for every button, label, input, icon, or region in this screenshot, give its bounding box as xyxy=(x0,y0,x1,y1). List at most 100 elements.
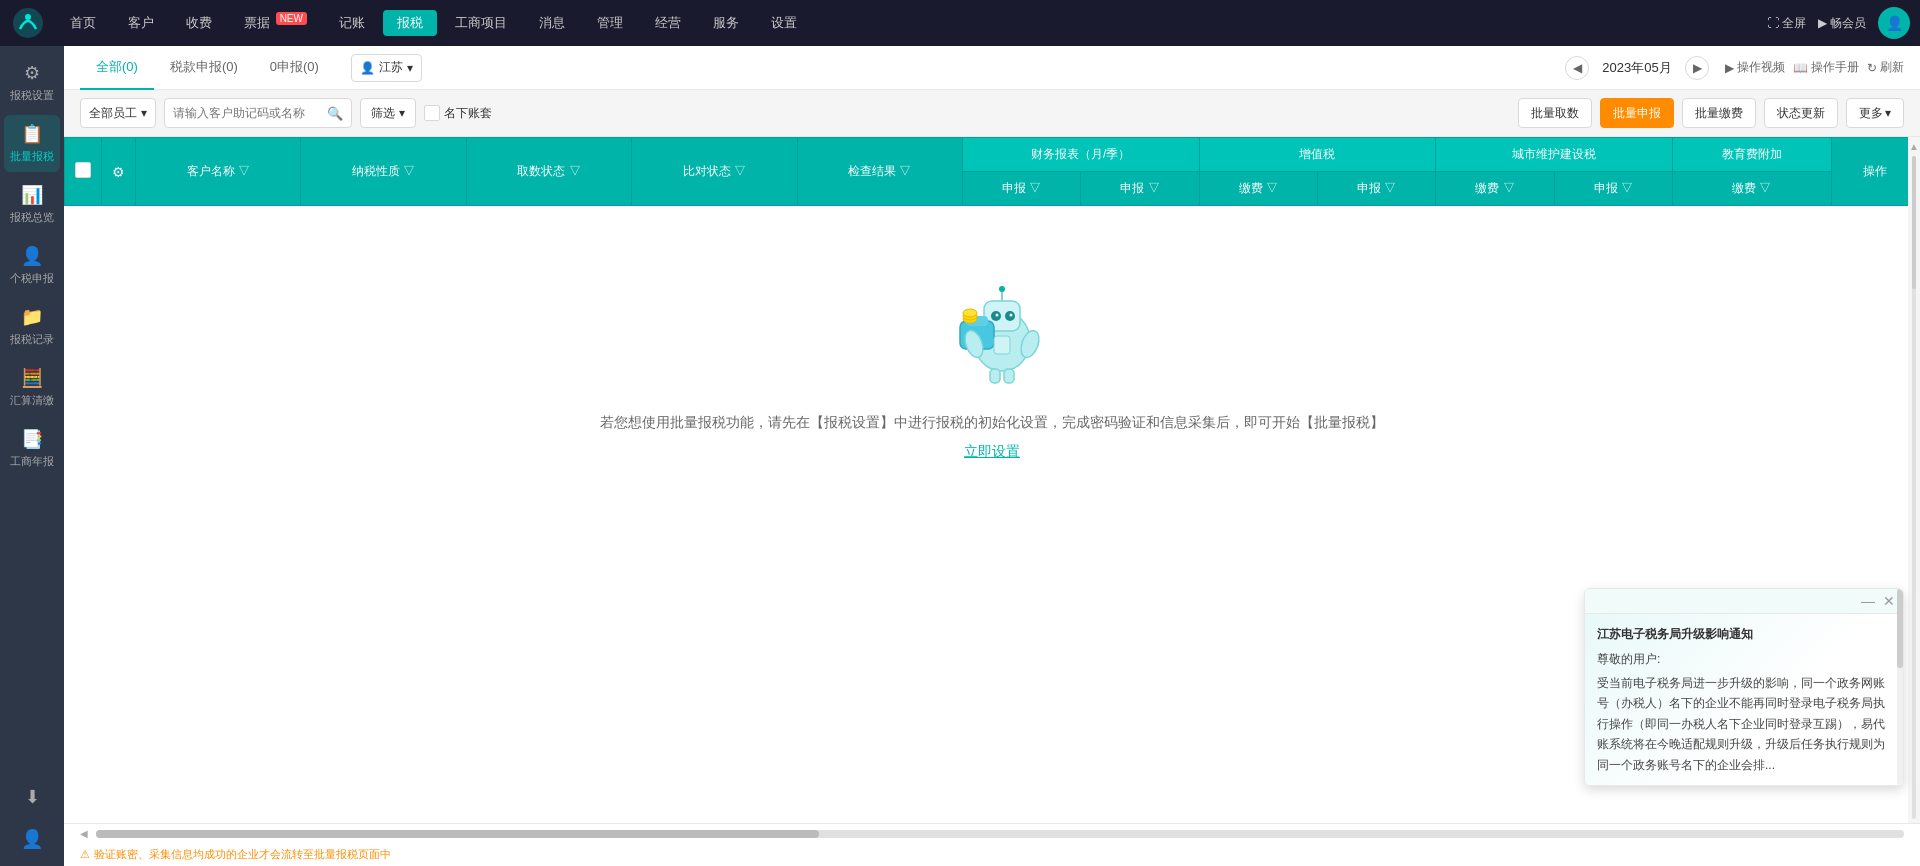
col-compare-status: 比对状态 ▽ xyxy=(632,138,797,206)
fetch-status-filter-icon[interactable]: ▽ xyxy=(569,164,581,178)
refresh-btn[interactable]: ↻ 刷新 xyxy=(1867,59,1904,76)
data-table: ⚙ 客户名称 ▽ 纳税性质 ▽ 取数状态 ▽ 比对状态 ▽ xyxy=(64,137,1920,521)
empty-state: 若您想使用批量报税功能，请先在【报税设置】中进行报税的初始化设置，完成密码验证和… xyxy=(65,206,1920,521)
svg-point-6 xyxy=(996,314,999,317)
col-edu-pay: 缴费 ▽ xyxy=(1672,172,1831,206)
toolbar-right-buttons: 批量取数 批量申报 批量缴费 状态更新 更多 ▾ xyxy=(1518,98,1904,128)
tax-overview-icon: 📊 xyxy=(21,184,43,206)
nav-invoice[interactable]: 票据 NEW xyxy=(230,9,321,36)
account-checkbox-label[interactable]: 名下账套 xyxy=(424,105,492,122)
more-btn[interactable]: 更多 ▾ xyxy=(1846,98,1904,128)
person-icon: 👤 xyxy=(360,61,375,75)
notification-close-btn[interactable]: ✕ xyxy=(1883,593,1895,609)
operation-video-btn[interactable]: ▶ 操作视频 xyxy=(1725,59,1785,76)
col-edu-declare: 申报 ▽ xyxy=(1554,172,1672,206)
tax-settings-icon: ⚙ xyxy=(24,62,40,84)
urban-pay-filter-icon[interactable]: ▽ xyxy=(1503,181,1515,195)
warning-icon: ⚠ xyxy=(80,848,90,861)
urban-declare-filter-icon[interactable]: ▽ xyxy=(1384,181,1396,195)
nav-settings[interactable]: 设置 xyxy=(757,10,811,36)
vip-btn[interactable]: ▶ 畅会员 xyxy=(1818,15,1866,32)
chevron-down-icon: ▾ xyxy=(407,61,413,75)
scroll-left-arrow[interactable]: ◀ xyxy=(80,828,88,839)
nav-operation[interactable]: 经营 xyxy=(641,10,695,36)
edu-pay-filter-icon[interactable]: ▽ xyxy=(1759,181,1771,195)
logo[interactable] xyxy=(10,5,46,41)
employee-filter-dropdown[interactable]: 全部员工 ▾ xyxy=(80,98,156,128)
notification-content: 受当前电子税务局进一步升级的影响，同一个政务网账号（办税人）名下的企业不能再同时… xyxy=(1597,673,1891,775)
vat-declare-filter-icon[interactable]: ▽ xyxy=(1148,181,1160,195)
sidebar-item-tax-overview[interactable]: 📊 报税总览 xyxy=(4,176,60,233)
edu-declare-filter-icon[interactable]: ▽ xyxy=(1621,181,1633,195)
col-vat-declare: 申报 ▽ xyxy=(1081,172,1199,206)
notification-minimize-btn[interactable]: — xyxy=(1861,593,1875,609)
fullscreen-btn[interactable]: ⛶ 全屏 xyxy=(1767,15,1806,32)
filter-button[interactable]: 筛选 ▾ xyxy=(360,98,416,128)
sidebar-item-tax-settings[interactable]: ⚙ 报税设置 xyxy=(4,54,60,111)
video-icon: ▶ xyxy=(1725,61,1734,75)
nav-business[interactable]: 工商项目 xyxy=(441,10,521,36)
col-financial-declare: 申报 ▽ xyxy=(962,172,1080,206)
toolbar: 全部员工 ▾ 🔍 筛选 ▾ 名下账套 批量取数 批量申报 批量缴费 状态更新 xyxy=(64,90,1920,137)
sidebar-item-personal-tax[interactable]: 👤 个税申报 xyxy=(4,237,60,294)
personal-tax-icon: 👤 xyxy=(21,245,43,267)
sidebar-item-annual-report[interactable]: 📑 工商年报 xyxy=(4,420,60,477)
svg-point-7 xyxy=(1010,314,1013,317)
batch-fetch-btn[interactable]: 批量取数 xyxy=(1518,98,1592,128)
tax-nature-filter-icon[interactable]: ▽ xyxy=(403,164,415,178)
col-urban-pay: 缴费 ▽ xyxy=(1436,172,1554,206)
nav-fee[interactable]: 收费 xyxy=(172,10,226,36)
nav-manage[interactable]: 管理 xyxy=(583,10,637,36)
customer-filter-icon[interactable]: ▽ xyxy=(238,164,250,178)
svg-rect-18 xyxy=(1004,369,1014,383)
tabs-actions: ▶ 操作视频 📖 操作手册 ↻ 刷新 xyxy=(1725,59,1904,76)
search-box[interactable]: 🔍 xyxy=(164,98,352,128)
sidebar-item-settlement[interactable]: 🧮 汇算清缴 xyxy=(4,359,60,416)
search-input[interactable] xyxy=(173,106,323,120)
annual-report-icon: 📑 xyxy=(21,428,43,450)
operation-manual-btn[interactable]: 📖 操作手册 xyxy=(1793,59,1859,76)
sidebar-download[interactable]: ⬇ xyxy=(4,778,60,816)
svg-rect-17 xyxy=(990,369,1000,383)
robot-illustration xyxy=(932,266,1052,386)
tab-all[interactable]: 全部 (0) xyxy=(80,46,154,90)
region-selector[interactable]: 👤 江苏 ▾ xyxy=(351,54,422,82)
account-checkbox[interactable] xyxy=(424,105,440,121)
fin-declare-filter-icon[interactable]: ▽ xyxy=(1029,181,1041,195)
nav-home[interactable]: 首页 xyxy=(56,10,110,36)
batch-declare-btn[interactable]: 批量申报 xyxy=(1600,98,1674,128)
notification-scrollbar[interactable] xyxy=(1897,589,1903,785)
horizontal-scrollbar[interactable] xyxy=(96,830,1904,838)
sidebar-item-batch-tax[interactable]: 📋 批量报税 xyxy=(4,115,60,172)
scroll-up-arrow[interactable]: ▲ xyxy=(1909,141,1919,152)
nav-customer[interactable]: 客户 xyxy=(114,10,168,36)
setup-link[interactable]: 立即设置 xyxy=(964,443,1020,461)
nav-service[interactable]: 服务 xyxy=(699,10,753,36)
sidebar-user[interactable]: 👤 xyxy=(4,820,60,858)
batch-tax-icon: 📋 xyxy=(21,123,43,145)
tab-zero-declaration[interactable]: 0申报 (0) xyxy=(254,46,335,90)
col-tax-nature: 纳税性质 ▽ xyxy=(301,138,466,206)
batch-pay-btn[interactable]: 批量缴费 xyxy=(1682,98,1756,128)
select-all-checkbox[interactable] xyxy=(75,162,91,178)
check-result-filter-icon[interactable]: ▽ xyxy=(899,164,911,178)
nav-tax[interactable]: 报税 xyxy=(383,10,437,36)
col-vat-pay: 缴费 ▽ xyxy=(1199,172,1317,206)
user-avatar[interactable]: 👤 xyxy=(1878,7,1910,39)
column-settings-icon[interactable]: ⚙ xyxy=(112,164,125,180)
nav-accounting[interactable]: 记账 xyxy=(325,10,379,36)
date-next-btn[interactable]: ▶ xyxy=(1685,56,1709,80)
tab-tax-declaration[interactable]: 税款申报 (0) xyxy=(154,46,254,90)
compare-status-filter-icon[interactable]: ▽ xyxy=(734,164,746,178)
sidebar: ⚙ 报税设置 📋 批量报税 📊 报税总览 👤 个税申报 📁 报税记录 🧮 汇算清… xyxy=(0,46,64,866)
status-update-btn[interactable]: 状态更新 xyxy=(1764,98,1838,128)
sidebar-item-tax-records[interactable]: 📁 报税记录 xyxy=(4,298,60,355)
fullscreen-icon: ⛶ xyxy=(1767,16,1779,30)
date-prev-btn[interactable]: ◀ xyxy=(1565,56,1589,80)
vat-pay-filter-icon[interactable]: ▽ xyxy=(1266,181,1278,195)
search-icon: 🔍 xyxy=(327,106,343,121)
nav-message[interactable]: 消息 xyxy=(525,10,579,36)
tax-records-icon: 📁 xyxy=(21,306,43,328)
notification-body: 江苏电子税务局升级影响通知 尊敬的用户: 受当前电子税务局进一步升级的影响，同一… xyxy=(1585,614,1903,785)
col-education-tax: 教育费附加 xyxy=(1672,138,1831,172)
